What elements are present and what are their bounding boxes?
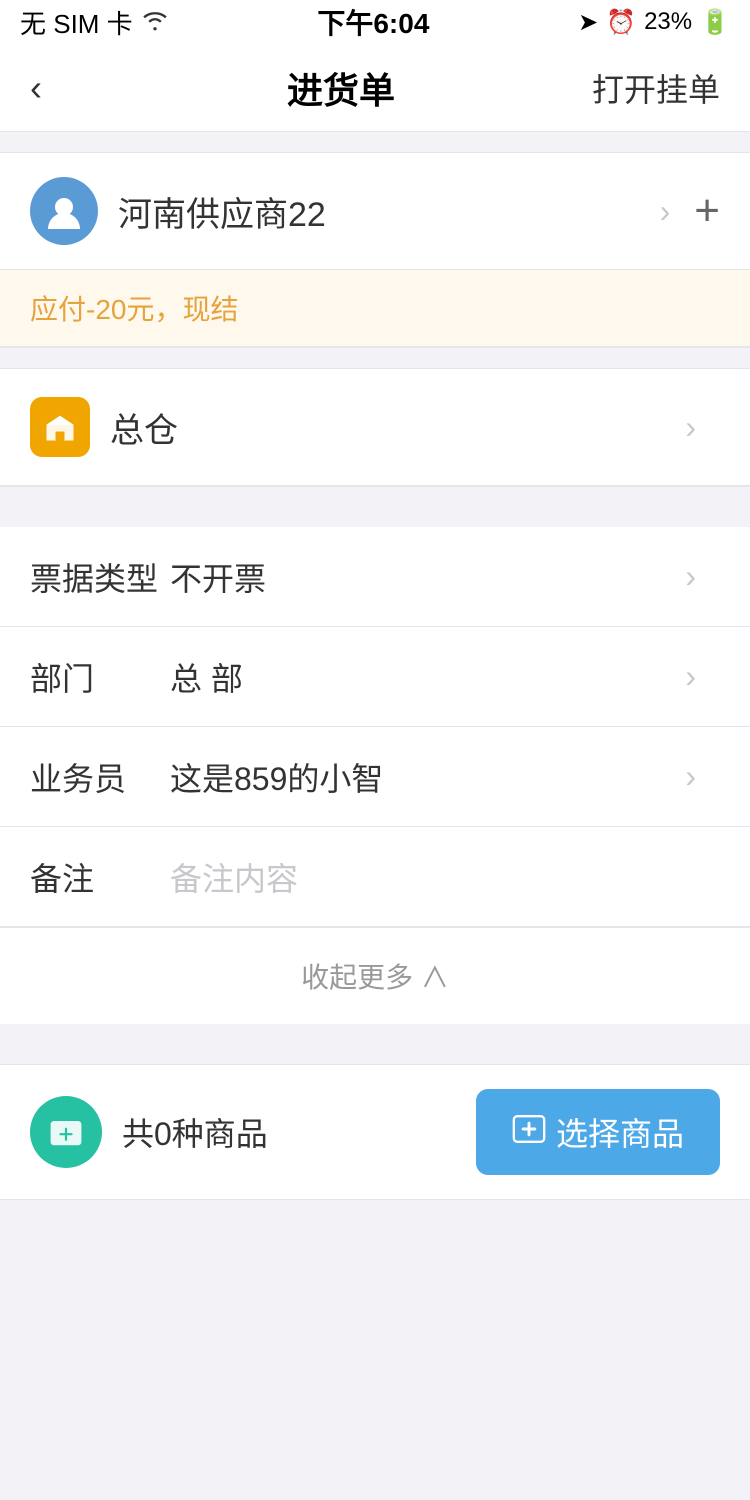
supplier-section: 河南供应商22 › + 应付-20元，现结 bbox=[0, 152, 750, 348]
back-button[interactable]: ‹ bbox=[30, 67, 90, 109]
status-indicators: ➤ ⏰ 23% 🔋 bbox=[578, 8, 730, 37]
invoice-type-chevron-icon: › bbox=[685, 558, 696, 595]
wifi-icon bbox=[141, 7, 169, 38]
carrier-text: 无 SIM 卡 bbox=[20, 4, 133, 41]
supplier-avatar bbox=[30, 177, 98, 245]
select-product-button[interactable]: 选择商品 bbox=[476, 1089, 720, 1175]
notice-banner: 应付-20元，现结 bbox=[0, 270, 750, 347]
status-time: 下午6:04 bbox=[317, 2, 429, 42]
product-count: 共0种商品 bbox=[122, 1109, 476, 1155]
warehouse-chevron-icon: › bbox=[685, 409, 696, 446]
battery-icon: 🔋 bbox=[700, 8, 730, 37]
status-bar: 无 SIM 卡 下午6:04 ➤ ⏰ 23% 🔋 bbox=[0, 0, 750, 44]
warehouse-row[interactable]: 总仓 › bbox=[0, 369, 750, 486]
location-icon: ➤ bbox=[578, 8, 598, 37]
background-filler bbox=[0, 1200, 750, 1500]
invoice-type-label: 票据类型 bbox=[30, 554, 170, 600]
gap-1 bbox=[0, 132, 750, 152]
gap-4 bbox=[0, 1024, 750, 1044]
gap-3 bbox=[0, 487, 750, 507]
select-product-icon bbox=[512, 1114, 546, 1151]
invoice-type-value: 不开票 bbox=[170, 554, 685, 600]
department-chevron-icon: › bbox=[685, 658, 696, 695]
gap-2 bbox=[0, 348, 750, 368]
warehouse-name: 总仓 bbox=[110, 403, 685, 452]
add-supplier-button[interactable]: + bbox=[694, 189, 720, 233]
notice-text: 应付-20元，现结 bbox=[30, 294, 238, 325]
department-value: 总 部 bbox=[170, 654, 685, 700]
page-title: 进货单 bbox=[287, 62, 395, 114]
form-row-invoice-type[interactable]: 票据类型 不开票 › bbox=[0, 527, 750, 627]
open-pending-button[interactable]: 打开挂单 bbox=[592, 65, 720, 111]
department-label: 部门 bbox=[30, 654, 170, 700]
remark-label: 备注 bbox=[30, 854, 170, 900]
bottom-bar: 共0种商品 选择商品 bbox=[0, 1064, 750, 1200]
collapse-row[interactable]: 收起更多 ∧ bbox=[0, 927, 750, 1024]
salesperson-chevron-icon: › bbox=[685, 758, 696, 795]
status-carrier-wifi: 无 SIM 卡 bbox=[20, 4, 169, 41]
alarm-icon: ⏰ bbox=[606, 8, 636, 37]
collapse-button[interactable]: 收起更多 ∧ bbox=[301, 956, 449, 996]
select-product-label: 选择商品 bbox=[556, 1109, 684, 1155]
nav-bar: ‹ 进货单 打开挂单 bbox=[0, 44, 750, 132]
battery-text: 23% bbox=[644, 8, 692, 36]
supplier-chevron-icon: › bbox=[660, 193, 671, 230]
warehouse-section: 总仓 › bbox=[0, 368, 750, 487]
warehouse-icon bbox=[30, 397, 90, 457]
form-section: 票据类型 不开票 › 部门 总 部 › 业务员 这是859的小智 › 备注 备注… bbox=[0, 527, 750, 1024]
form-row-salesperson[interactable]: 业务员 这是859的小智 › bbox=[0, 727, 750, 827]
form-row-remark[interactable]: 备注 备注内容 bbox=[0, 827, 750, 927]
product-icon bbox=[30, 1096, 102, 1168]
supplier-row[interactable]: 河南供应商22 › + bbox=[0, 153, 750, 270]
remark-value[interactable]: 备注内容 bbox=[170, 854, 720, 900]
salesperson-label: 业务员 bbox=[30, 754, 170, 800]
salesperson-value: 这是859的小智 bbox=[170, 754, 685, 800]
supplier-name: 河南供应商22 bbox=[118, 187, 660, 236]
form-row-department[interactable]: 部门 总 部 › bbox=[0, 627, 750, 727]
